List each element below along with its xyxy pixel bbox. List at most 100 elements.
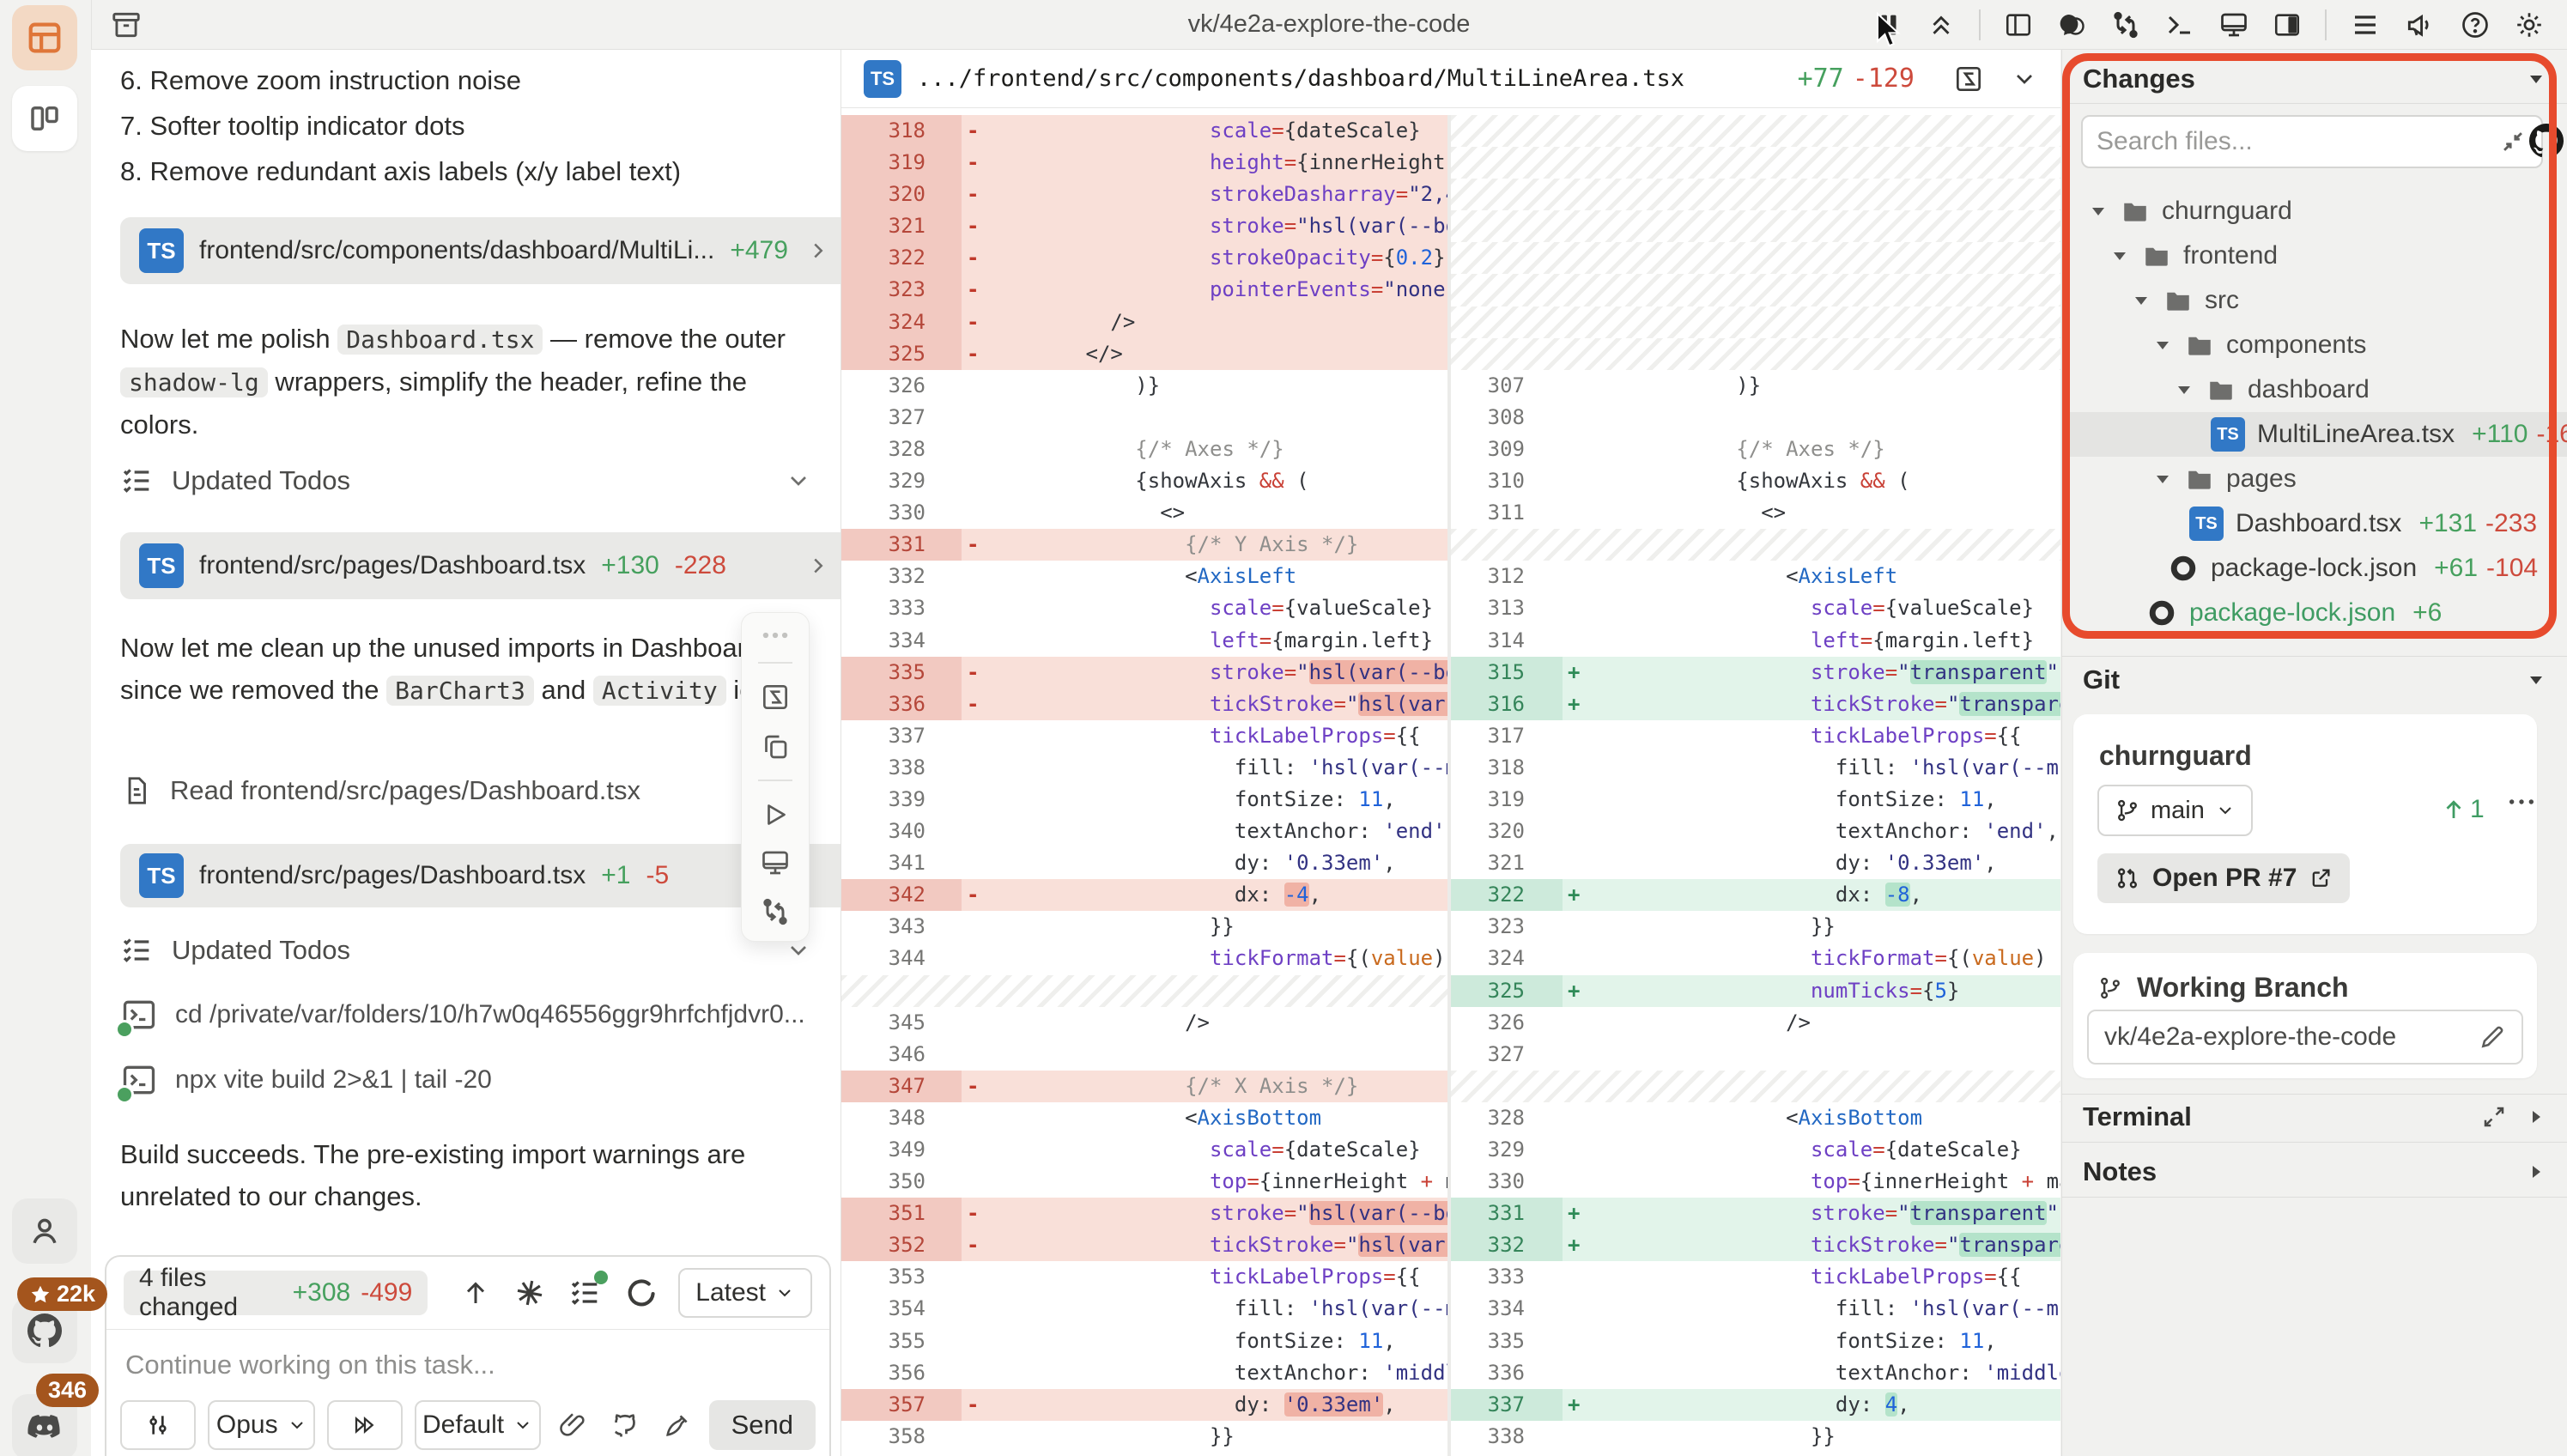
open-pr-button[interactable]: Open PR #7 bbox=[2097, 853, 2350, 903]
collapse-tree-icon[interactable] bbox=[2498, 127, 2528, 156]
diff-view-icon[interactable] bbox=[759, 681, 792, 713]
tree-row-package-lock-json[interactable]: package-lock.json+61-104 bbox=[2062, 546, 2567, 591]
panel-left-icon[interactable] bbox=[2004, 10, 2033, 39]
diff-code-row: 338 fill: 'hsl(var(--muted-foreground))'… bbox=[841, 752, 1447, 784]
diff-filler-row bbox=[1451, 147, 2060, 179]
git-compare-icon[interactable] bbox=[760, 896, 791, 927]
chevron-right-icon[interactable] bbox=[805, 553, 831, 579]
caret-down-icon[interactable] bbox=[2526, 670, 2546, 690]
tree-row-package-lock-json[interactable]: package-lock.json+6 bbox=[2062, 591, 2567, 635]
pause-button[interactable] bbox=[1874, 10, 1903, 39]
file-chip-dashboard-1[interactable]: TS frontend/src/pages/Dashboard.tsx +130… bbox=[120, 532, 841, 599]
diff-code-row: 322- strokeOpacity={0.2} bbox=[841, 242, 1447, 274]
monitor-icon[interactable] bbox=[760, 847, 791, 878]
menu-icon[interactable] bbox=[2350, 9, 2381, 40]
read-file-row[interactable]: Read frontend/src/pages/Dashboard.tsx bbox=[120, 774, 812, 807]
caret-down-icon[interactable] bbox=[2088, 201, 2109, 221]
todo-item: 8. Remove redundant axis labels (x/y lab… bbox=[120, 156, 812, 187]
terminal-square-icon bbox=[120, 1061, 158, 1099]
chat-bubble-icon[interactable] bbox=[2056, 9, 2087, 40]
github-cat-icon[interactable] bbox=[2526, 120, 2567, 161]
tree-row-churnguard[interactable]: churnguard bbox=[2062, 189, 2567, 234]
workspace-tab-active[interactable] bbox=[12, 5, 77, 70]
diff-view-icon[interactable] bbox=[1952, 63, 1985, 95]
todo-list: 6. Remove zoom instruction noise 7. Soft… bbox=[120, 65, 812, 202]
chevron-right-icon[interactable] bbox=[805, 238, 831, 264]
tree-row-frontend[interactable]: frontend bbox=[2062, 234, 2567, 278]
mode-dropdown[interactable]: Default bbox=[415, 1400, 540, 1450]
fast-forward-button[interactable] bbox=[327, 1400, 403, 1450]
chevron-down-icon[interactable] bbox=[2011, 65, 2038, 93]
play-icon[interactable] bbox=[760, 799, 791, 830]
diff-panel: TS .../frontend/src/components/dashboard… bbox=[841, 50, 2060, 1456]
caret-down-icon[interactable] bbox=[2109, 246, 2130, 266]
model-dropdown[interactable]: Opus bbox=[208, 1400, 315, 1450]
tree-row-src[interactable]: src bbox=[2062, 278, 2567, 323]
package-icon bbox=[2168, 553, 2199, 584]
tree-row-pages[interactable]: pages bbox=[2062, 457, 2567, 501]
todos-status-icon[interactable] bbox=[568, 1276, 603, 1310]
terminal-section-header[interactable]: Terminal bbox=[2062, 1095, 2567, 1138]
monitor-icon[interactable] bbox=[2218, 9, 2249, 40]
diff-code-row: 321 dy: '0.33em', bbox=[1451, 847, 2060, 879]
more-options-icon[interactable] bbox=[2507, 795, 2536, 809]
copy-icon[interactable] bbox=[760, 731, 791, 762]
files-changed-chip[interactable]: 4 files changed +308 -499 bbox=[124, 1271, 428, 1315]
tree-row-multilinearea-tsx[interactable]: TSMultiLineArea.tsx+110-162 bbox=[2062, 412, 2567, 457]
chevron-down-icon[interactable] bbox=[785, 467, 812, 494]
notes-section-header[interactable]: Notes bbox=[2062, 1150, 2567, 1193]
tree-row-components[interactable]: components bbox=[2062, 323, 2567, 367]
caret-down-icon[interactable] bbox=[2152, 469, 2173, 489]
git-compare-icon[interactable] bbox=[2110, 9, 2141, 40]
file-name: MultiLineArea.tsx bbox=[2257, 420, 2455, 449]
updated-todos-row[interactable]: Updated Todos bbox=[120, 464, 812, 498]
caret-down-icon[interactable] bbox=[2152, 335, 2173, 355]
tree-row-dashboard-tsx[interactable]: TSDashboard.tsx+131-233 bbox=[2062, 501, 2567, 546]
caret-down-icon[interactable] bbox=[2174, 379, 2194, 400]
branch-dropdown[interactable]: main bbox=[2097, 785, 2253, 836]
caret-right-icon[interactable] bbox=[2526, 1107, 2546, 1127]
caret-down-icon[interactable] bbox=[2131, 290, 2151, 311]
search-files-input[interactable]: Search files... bbox=[2081, 115, 2543, 168]
terminal-icon[interactable] bbox=[2164, 9, 2195, 40]
more-options-icon[interactable] bbox=[759, 627, 792, 644]
burst-icon[interactable] bbox=[513, 1277, 546, 1309]
github-cat-icon[interactable] bbox=[610, 1410, 640, 1441]
diff-code-row: 329 scale={dateScale} bbox=[1451, 1134, 2060, 1166]
changed-files-tree: churnguardfrontendsrccomponentsdashboard… bbox=[2062, 189, 2567, 635]
tree-row-dashboard[interactable]: dashboard bbox=[2062, 367, 2567, 412]
latest-dropdown[interactable]: Latest bbox=[678, 1268, 812, 1318]
diff-code-row: 357- dy: '0.33em', bbox=[841, 1389, 1447, 1421]
file-chip-multilinearea[interactable]: TS frontend/src/components/dashboard/Mul… bbox=[120, 217, 841, 284]
inline-code: Activity bbox=[593, 676, 726, 706]
terminal-command-row[interactable]: cd /private/var/folders/10/h7w0q46556ggr… bbox=[120, 996, 812, 1034]
attach-icon[interactable] bbox=[558, 1410, 587, 1440]
diff-file-path: .../frontend/src/components/dashboard/Mu… bbox=[917, 65, 1684, 92]
edit-pencil-icon[interactable] bbox=[2479, 1023, 2506, 1051]
settings-gear-icon[interactable] bbox=[2514, 9, 2545, 40]
diff-code-row: 356 textAnchor: 'middle', bbox=[841, 1357, 1447, 1389]
caret-down-icon[interactable] bbox=[2526, 69, 2546, 89]
updated-todos-row[interactable]: Updated Todos bbox=[120, 933, 812, 968]
caret-right-icon[interactable] bbox=[2526, 1162, 2546, 1182]
panel-right-icon[interactable] bbox=[2273, 10, 2302, 39]
model-settings-button[interactable] bbox=[120, 1400, 196, 1450]
working-branch-input[interactable]: vk/4e2a-explore-the-code bbox=[2087, 1010, 2523, 1065]
expand-icon[interactable] bbox=[2481, 1104, 2507, 1130]
pen-icon[interactable] bbox=[663, 1410, 692, 1440]
diff-code-row: 347- {/* X Axis */} bbox=[841, 1071, 1447, 1102]
megaphone-icon[interactable] bbox=[2404, 9, 2437, 41]
file-name: Dashboard.tsx bbox=[2236, 509, 2401, 538]
scroll-up-icon[interactable] bbox=[460, 1277, 491, 1308]
diff-code-row: 308 bbox=[1451, 402, 2060, 434]
workspace-tab-board[interactable] bbox=[12, 86, 77, 151]
account-button[interactable] bbox=[12, 1198, 77, 1264]
collapse-all-icon[interactable] bbox=[1927, 10, 1956, 39]
terminal-command-row[interactable]: npx vite build 2>&1 | tail -20 bbox=[120, 1061, 812, 1099]
message-input[interactable]: Continue working on this task... bbox=[125, 1350, 810, 1380]
ahead-count: 1 bbox=[2441, 795, 2485, 824]
help-icon[interactable] bbox=[2460, 9, 2491, 40]
diff-new-pane: 307 )}308309 {/* Axes */}310 {showAxis &… bbox=[1451, 115, 2060, 1456]
file-chip-dashboard-2[interactable]: TS frontend/src/pages/Dashboard.tsx +1 -… bbox=[120, 844, 841, 907]
send-button[interactable]: Send bbox=[709, 1400, 816, 1450]
